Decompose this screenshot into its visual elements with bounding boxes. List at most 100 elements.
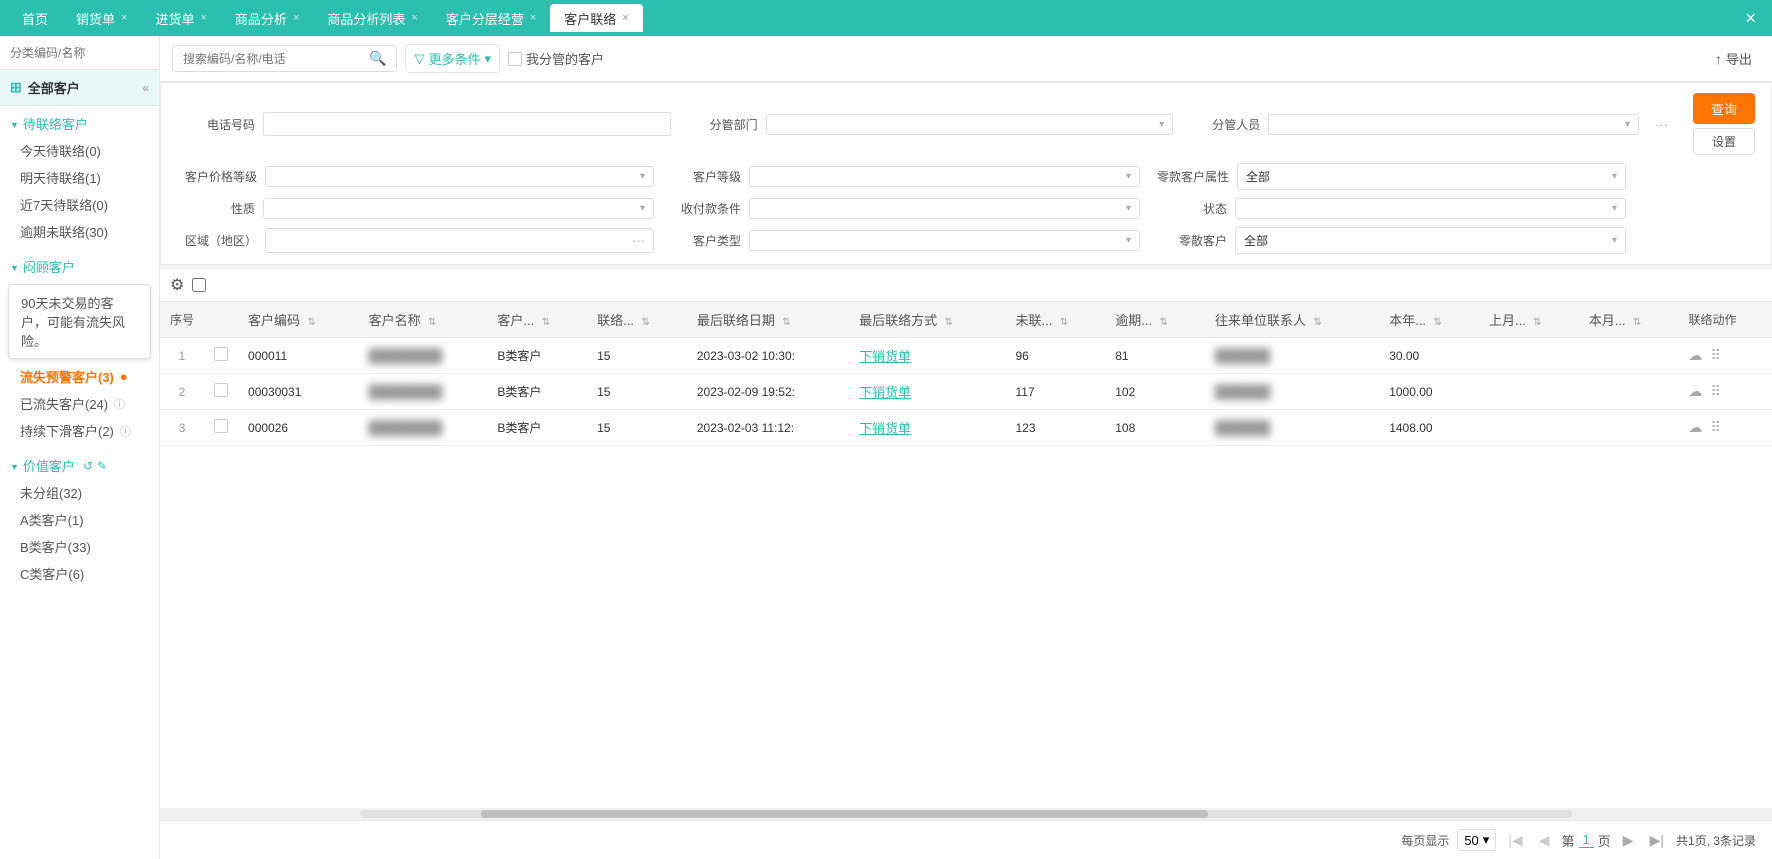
sidebar-item-tomorrow[interactable]: 明天待联络(1) <box>0 164 159 191</box>
tab-sales[interactable]: 销货单 × <box>62 4 141 32</box>
col-contact-person-sort[interactable]: ⇅ <box>1313 317 1321 328</box>
next-page-button[interactable]: ▶ <box>1619 832 1638 849</box>
sidebar-item-7days[interactable]: 近7天待联络(0) <box>0 191 159 218</box>
col-prev-month-sort[interactable]: ⇅ <box>1533 317 1541 328</box>
col-last-date[interactable]: 最后联络日期 ⇅ <box>687 302 849 338</box>
search-icon[interactable]: 🔍 <box>369 50 386 67</box>
tab-analysis-list-close[interactable]: × <box>411 12 417 24</box>
section-pending-title[interactable]: 待联络客户 <box>0 110 159 137</box>
sidebar-search-input[interactable] <box>10 46 160 60</box>
col-unlisted-sort[interactable]: ⇅ <box>1060 317 1068 328</box>
tab-customer-layer[interactable]: 客户分层经营 × <box>432 4 550 32</box>
col-name-sort[interactable]: ⇅ <box>428 317 436 328</box>
per-page-select[interactable]: 50 ▾ <box>1457 829 1496 851</box>
sidebar-item-class-c[interactable]: C类客户(6) <box>0 560 159 587</box>
col-prev-month[interactable]: 上月... ⇅ <box>1479 302 1579 338</box>
app-close-button[interactable]: × <box>1737 8 1764 29</box>
filter-price-grade-select[interactable]: ▾ <box>265 166 654 187</box>
filter-status-select[interactable]: ▾ <box>1235 198 1626 219</box>
action-more-2[interactable]: ⠿ <box>1710 419 1720 436</box>
col-overdue[interactable]: 逾期... ⇅ <box>1105 302 1205 338</box>
sidebar-all-customers[interactable]: ⊞ 全部客户 « <box>0 70 159 106</box>
cell-last-way-2[interactable]: 下销货单 <box>849 410 1005 446</box>
filter-person-dots[interactable]: ··· <box>1647 117 1676 132</box>
query-button[interactable]: 查询 <box>1693 93 1755 124</box>
filter-nature-select[interactable]: ▾ <box>263 198 654 219</box>
col-name[interactable]: 客户名称 ⇅ <box>359 302 488 338</box>
sidebar-item-unclassified[interactable]: 未分组(32) <box>0 479 159 506</box>
gear-icon[interactable]: ⚙ <box>170 275 184 295</box>
filter-button[interactable]: ▽ 更多条件 ▾ <box>405 44 500 73</box>
tab-analysis-list[interactable]: 商品分析列表 × <box>313 4 431 32</box>
action-contact-1[interactable]: ☁ <box>1688 383 1702 400</box>
sidebar-item-class-b[interactable]: B类客户(33) <box>0 533 159 560</box>
col-cur-month-sort[interactable]: ⇅ <box>1633 317 1641 328</box>
col-code-sort[interactable]: ⇅ <box>307 317 315 328</box>
setting-button[interactable]: 设置 <box>1693 128 1755 155</box>
filter-region-dots[interactable]: ··· <box>632 233 645 248</box>
tab-analysis-close[interactable]: × <box>293 12 299 24</box>
col-year-amount[interactable]: 本年... ⇅ <box>1379 302 1479 338</box>
prev-page-button[interactable]: ◀ <box>1535 832 1554 849</box>
tab-analysis[interactable]: 商品分析 × <box>221 4 313 32</box>
tab-purchase-close[interactable]: × <box>200 12 206 24</box>
export-button[interactable]: ↑ 导出 <box>1707 45 1760 72</box>
sidebar-item-class-a[interactable]: A类客户(1) <box>0 506 159 533</box>
cell-checkbox-0[interactable] <box>204 338 238 374</box>
tab-customer-contact[interactable]: 客户联络 × <box>550 4 642 32</box>
filter-customer-type-select[interactable]: ▾ <box>749 230 1140 251</box>
horizontal-scrollbar[interactable] <box>160 808 1772 820</box>
first-page-button[interactable]: |◀ <box>1504 832 1526 849</box>
filter-dept-select[interactable]: ▾ <box>766 114 1174 135</box>
filter-zero-attr-select[interactable]: 全部 ▾ <box>1237 163 1626 190</box>
tab-purchase[interactable]: 进货单 × <box>141 4 220 32</box>
cell-last-way-1[interactable]: 下销货单 <box>849 374 1005 410</box>
sidebar-item-declining[interactable]: 持续下滑客户(2) ⓘ <box>0 417 159 444</box>
col-contact-person[interactable]: 往来单位联系人 ⇅ <box>1205 302 1379 338</box>
search-input[interactable] <box>183 52 363 66</box>
tab-customer-layer-close[interactable]: × <box>530 12 536 24</box>
sidebar-item-today[interactable]: 今天待联络(0) <box>0 137 159 164</box>
my-customers-checkbox[interactable]: 我分管的客户 <box>508 49 604 68</box>
action-contact-0[interactable]: ☁ <box>1688 347 1702 364</box>
filter-retail-select[interactable]: 全部 ▾ <box>1235 227 1626 254</box>
refresh-icon[interactable]: ↺ <box>83 459 93 473</box>
sidebar-item-churn-warning[interactable]: 流失预警客户(3) ● <box>0 363 159 390</box>
last-page-button[interactable]: ▶| <box>1646 832 1668 849</box>
section-churn-title[interactable]: 闷顾客户 <box>0 253 159 280</box>
sidebar-item-overdue[interactable]: 逾期未联络(30) <box>0 218 159 245</box>
col-last-way[interactable]: 最后联络方式 ⇅ <box>849 302 1005 338</box>
col-year-amount-sort[interactable]: ⇅ <box>1433 317 1441 328</box>
filter-customer-grade-select[interactable]: ▾ <box>749 166 1140 187</box>
filter-phone-input[interactable] <box>263 112 671 136</box>
edit-icon[interactable]: ✎ <box>97 459 107 473</box>
scrollbar-track[interactable] <box>360 810 1572 818</box>
tab-customer-contact-close[interactable]: × <box>622 12 628 24</box>
action-more-1[interactable]: ⠿ <box>1710 383 1720 400</box>
col-contact-count[interactable]: 联络... ⇅ <box>587 302 687 338</box>
col-unlisted[interactable]: 未联... ⇅ <box>1006 302 1106 338</box>
section-value-title[interactable]: 价值客户 ↺ ✎ <box>0 452 159 479</box>
col-cur-month[interactable]: 本月... ⇅ <box>1579 302 1679 338</box>
sidebar-item-churned[interactable]: 已流失客户(24) ⓘ <box>0 390 159 417</box>
col-contact-count-sort[interactable]: ⇅ <box>641 317 649 328</box>
collapse-icon[interactable]: « <box>142 81 149 95</box>
action-more-0[interactable]: ⠿ <box>1710 347 1720 364</box>
cell-checkbox-1[interactable] <box>204 374 238 410</box>
tab-home[interactable]: 首页 <box>8 4 62 32</box>
select-all-checkbox[interactable] <box>192 278 206 292</box>
filter-person-select[interactable]: ▾ <box>1268 114 1639 135</box>
action-contact-2[interactable]: ☁ <box>1688 419 1702 436</box>
col-code[interactable]: 客户编码 ⇅ <box>238 302 359 338</box>
scrollbar-thumb[interactable] <box>481 810 1208 818</box>
tab-sales-close[interactable]: × <box>121 12 127 24</box>
col-customer-type[interactable]: 客户... ⇅ <box>487 302 587 338</box>
my-customers-checkbox-box[interactable] <box>508 52 522 66</box>
filter-payment-select[interactable]: ▾ <box>749 198 1140 219</box>
cell-checkbox-2[interactable] <box>204 410 238 446</box>
col-last-date-sort[interactable]: ⇅ <box>782 317 790 328</box>
cell-last-way-0[interactable]: 下销货单 <box>849 338 1005 374</box>
col-customer-type-sort[interactable]: ⇅ <box>542 317 550 328</box>
col-last-way-sort[interactable]: ⇅ <box>945 317 953 328</box>
col-overdue-sort[interactable]: ⇅ <box>1159 317 1167 328</box>
